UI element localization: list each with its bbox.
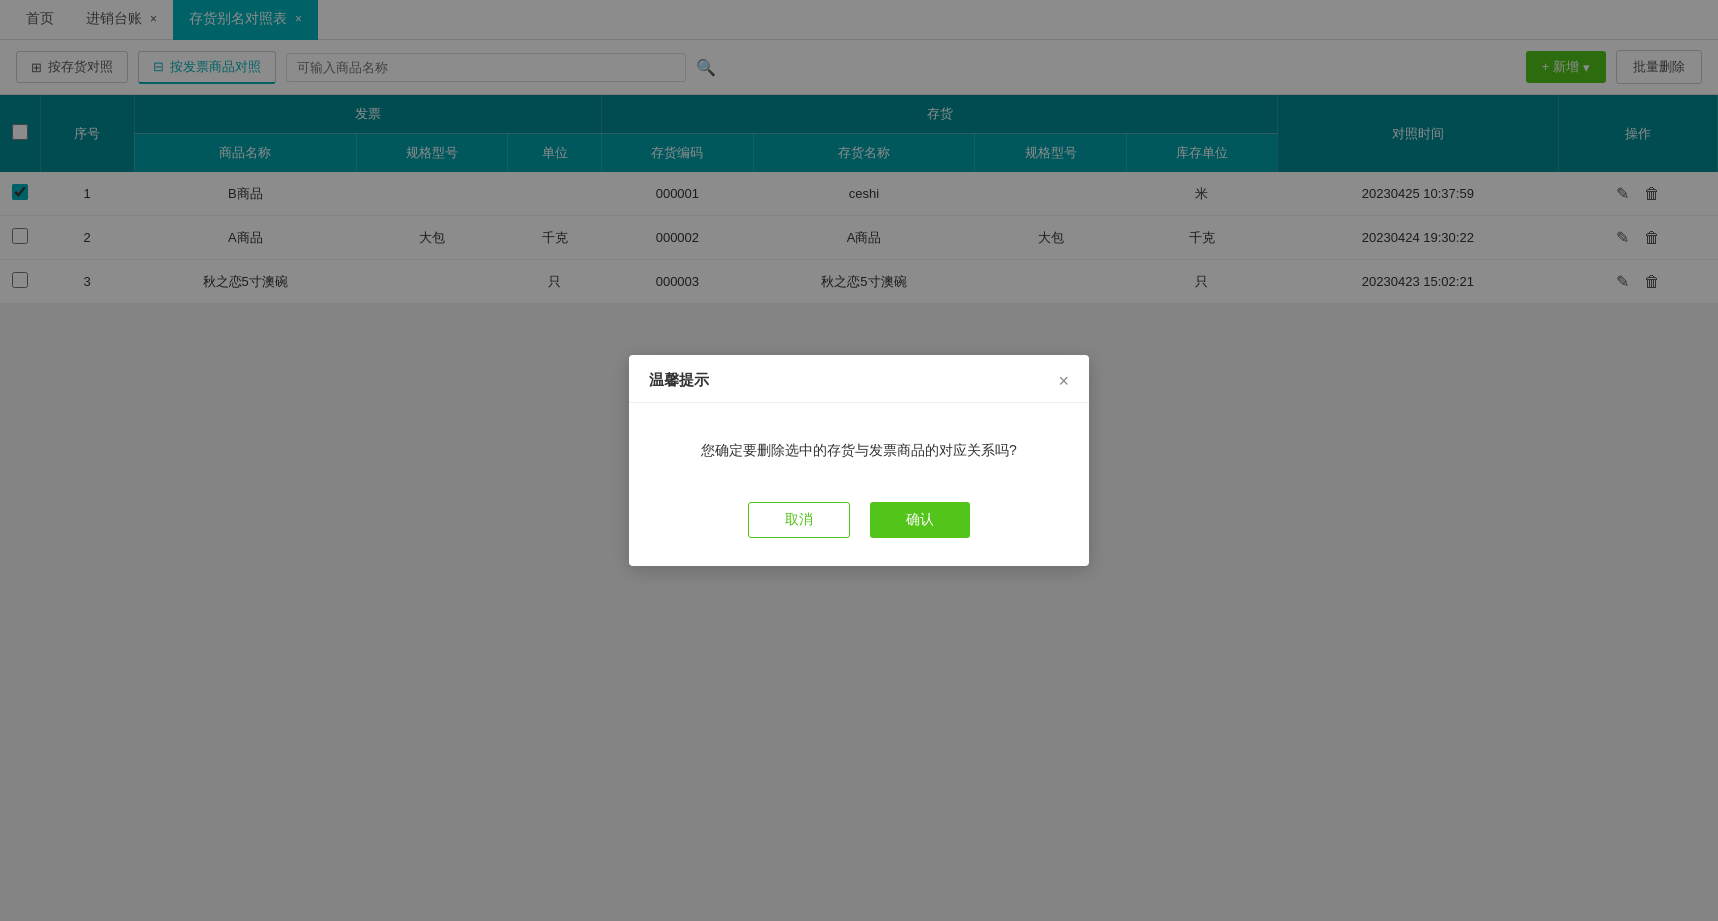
- modal-overlay: 温馨提示 × 您确定要删除选中的存货与发票商品的对应关系吗? 取消 确认: [0, 0, 1718, 304]
